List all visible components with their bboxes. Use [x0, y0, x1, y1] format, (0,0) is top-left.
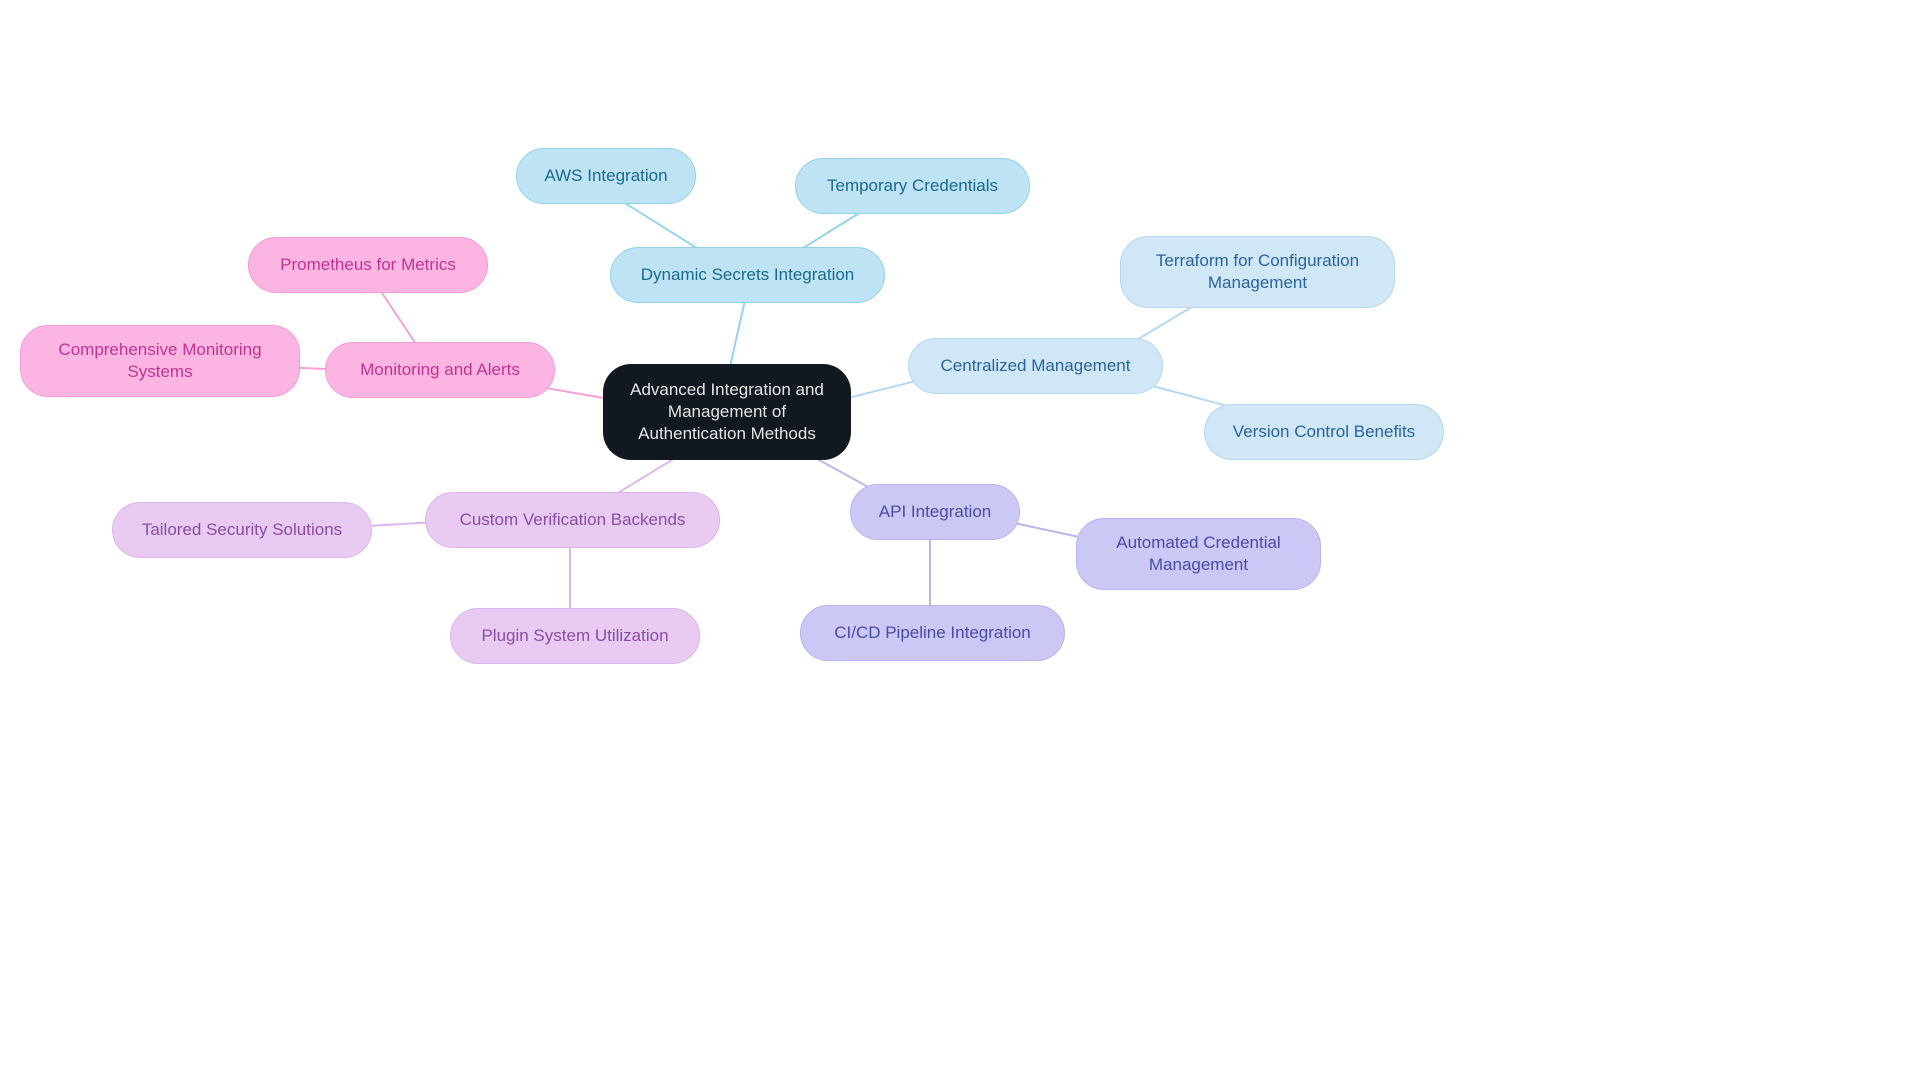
- node-temp: Temporary Credentials: [795, 158, 1030, 214]
- node-dynamic: Dynamic Secrets Integration: [610, 247, 885, 303]
- node-prometheus: Prometheus for Metrics: [248, 237, 488, 293]
- node-cicd-label: CI/CD Pipeline Integration: [834, 622, 1031, 644]
- node-tailored: Tailored Security Solutions: [112, 502, 372, 558]
- node-terraform: Terraform for Configuration Management: [1120, 236, 1395, 308]
- node-custom-label: Custom Verification Backends: [460, 509, 686, 531]
- node-tailored-label: Tailored Security Solutions: [142, 519, 342, 541]
- node-version: Version Control Benefits: [1204, 404, 1444, 460]
- node-aws-label: AWS Integration: [544, 165, 667, 187]
- node-api-label: API Integration: [879, 501, 991, 523]
- node-auto: Automated Credential Management: [1076, 518, 1321, 590]
- node-api: API Integration: [850, 484, 1020, 540]
- node-dynamic-label: Dynamic Secrets Integration: [641, 264, 855, 286]
- node-plugin-label: Plugin System Utilization: [481, 625, 668, 647]
- node-monitoring-label: Monitoring and Alerts: [360, 359, 520, 381]
- node-central: Centralized Management: [908, 338, 1163, 394]
- node-terraform-label: Terraform for Configuration Management: [1156, 250, 1359, 294]
- node-comprehensive-label: Comprehensive Monitoring Systems: [58, 339, 261, 383]
- node-prometheus-label: Prometheus for Metrics: [280, 254, 456, 276]
- node-cicd: CI/CD Pipeline Integration: [800, 605, 1065, 661]
- node-comprehensive: Comprehensive Monitoring Systems: [20, 325, 300, 397]
- node-temp-label: Temporary Credentials: [827, 175, 998, 197]
- node-aws: AWS Integration: [516, 148, 696, 204]
- center-node: Advanced Integration and Management of A…: [603, 364, 851, 460]
- center-label: Advanced Integration and Management of A…: [630, 379, 824, 445]
- node-monitoring: Monitoring and Alerts: [325, 342, 555, 398]
- node-custom: Custom Verification Backends: [425, 492, 720, 548]
- node-plugin: Plugin System Utilization: [450, 608, 700, 664]
- node-central-label: Centralized Management: [941, 355, 1131, 377]
- node-auto-label: Automated Credential Management: [1116, 532, 1280, 576]
- node-version-label: Version Control Benefits: [1233, 421, 1415, 443]
